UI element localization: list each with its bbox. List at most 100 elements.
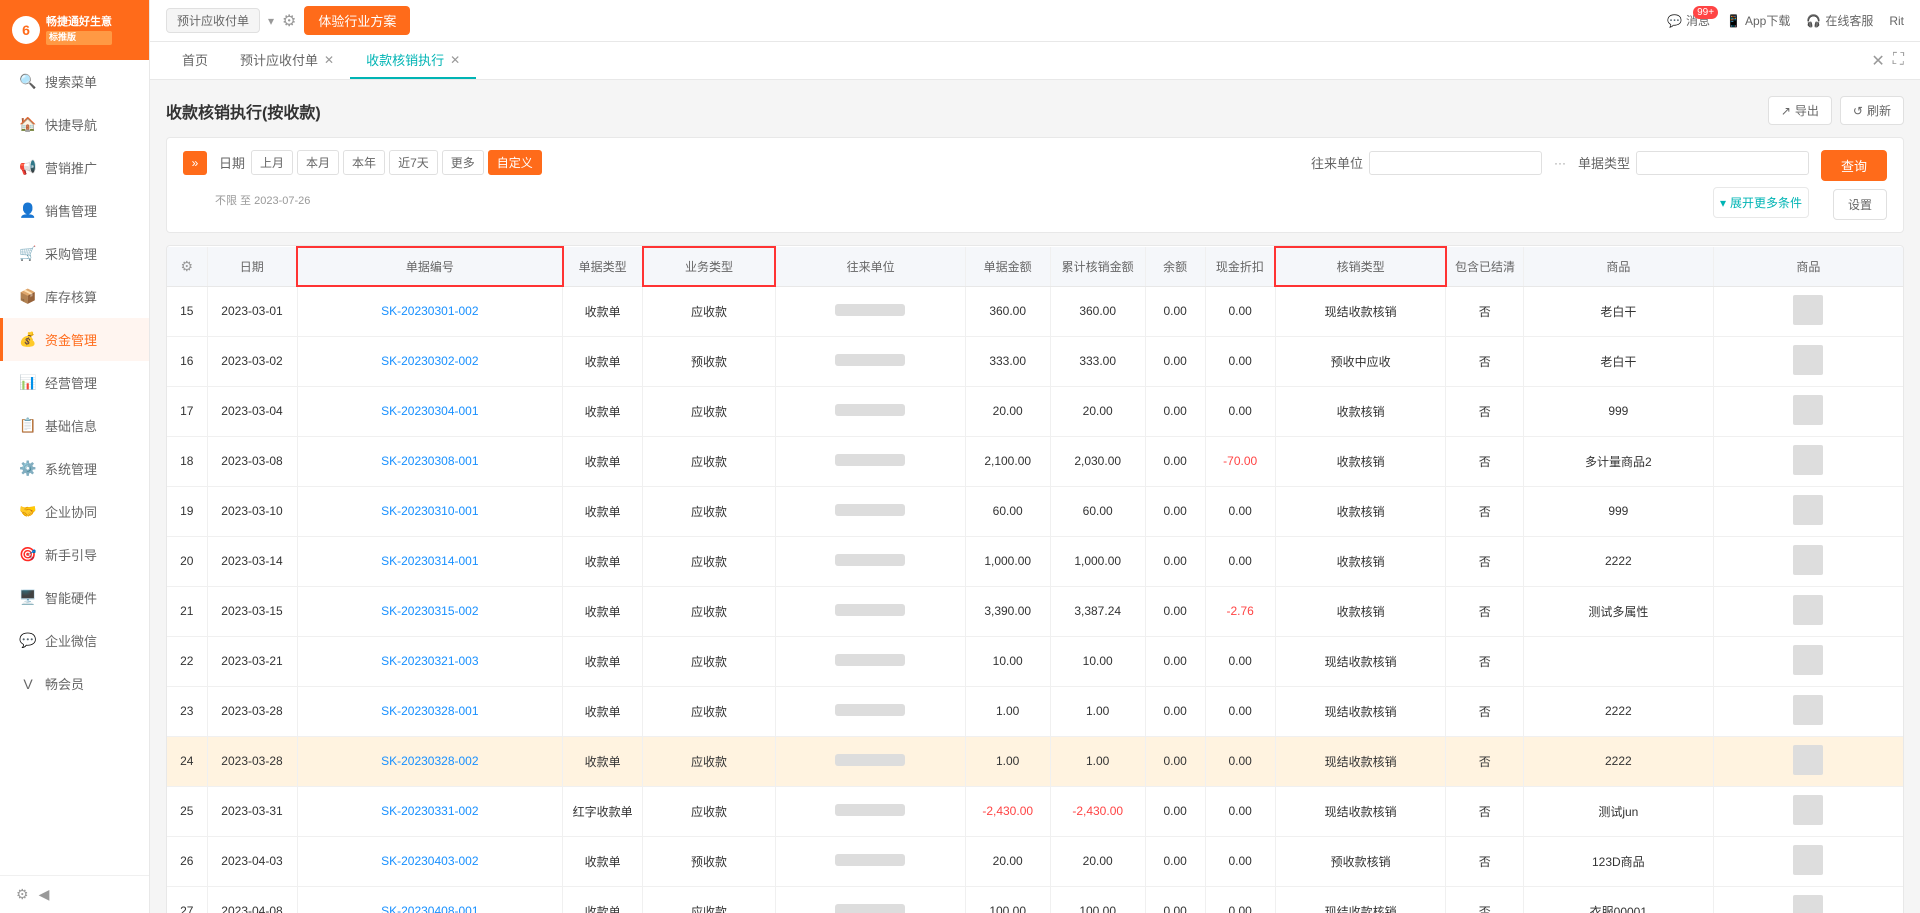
- tab-writeoff-close-icon[interactable]: ✕: [450, 53, 460, 67]
- page-header: 收款核销执行(按收款) ↗ 导出 ↺ 刷新: [166, 96, 1904, 125]
- online-service-button[interactable]: 🎧 在线客服: [1806, 12, 1873, 29]
- custom-date-btn[interactable]: 自定义: [488, 150, 542, 175]
- cell-incl: 否: [1446, 386, 1524, 436]
- filter-toggle-button[interactable]: »: [183, 151, 207, 175]
- cell-incl: 否: [1446, 786, 1524, 836]
- sidebar-item-wechat[interactable]: 💬 企业微信: [0, 619, 149, 662]
- docnum-link[interactable]: SK-20230302-002: [381, 354, 478, 368]
- this-year-btn[interactable]: 本年: [343, 150, 385, 175]
- logo-title: 畅捷通好生意: [46, 15, 112, 29]
- settings-icon[interactable]: ⚙: [180, 258, 193, 274]
- cell-incl: 否: [1446, 586, 1524, 636]
- sidebar-collapse-icon[interactable]: ◀: [39, 886, 50, 903]
- sidebar-item-operations[interactable]: 📊 经营管理: [0, 361, 149, 404]
- table-row: 17 2023-03-04 SK-20230304-001 收款单 应收款 20…: [167, 386, 1903, 436]
- cell-goods2: [1713, 486, 1903, 536]
- chart-icon: 📊: [19, 374, 37, 392]
- sidebar-item-corp[interactable]: 🤝 企业协同: [0, 490, 149, 533]
- setting-button[interactable]: 设置: [1833, 189, 1887, 220]
- docnum-link[interactable]: SK-20230308-001: [381, 454, 478, 468]
- docnum-link[interactable]: SK-20230301-002: [381, 304, 478, 318]
- message-button[interactable]: 💬 消息 99+: [1667, 12, 1710, 29]
- sidebar-item-purchase[interactable]: 🛒 采购管理: [0, 232, 149, 275]
- export-button[interactable]: ↗ 导出: [1768, 96, 1832, 125]
- docnum-link[interactable]: SK-20230328-001: [381, 704, 478, 718]
- cell-goods2: [1713, 336, 1903, 386]
- sidebar-item-system[interactable]: ⚙️ 系统管理: [0, 447, 149, 490]
- cell-balance: 0.00: [1145, 386, 1205, 436]
- docnum-link[interactable]: SK-20230328-002: [381, 754, 478, 768]
- docnum-link[interactable]: SK-20230331-002: [381, 804, 478, 818]
- app-download-button[interactable]: 📱 App下载: [1726, 12, 1790, 29]
- tab-expand-icon[interactable]: ⛶: [1893, 51, 1904, 71]
- tab-writeoff[interactable]: 收款核销执行 ✕: [350, 42, 476, 79]
- page-content: 收款核销执行(按收款) ↗ 导出 ↺ 刷新 » 日期: [150, 80, 1920, 913]
- cell-balance: 0.00: [1145, 586, 1205, 636]
- filter-more-dots[interactable]: ···: [1554, 156, 1566, 170]
- cell-biztype: 应收款: [643, 886, 776, 913]
- cell-no: 22: [167, 636, 207, 686]
- sidebar-item-guide[interactable]: 🎯 新手引导: [0, 533, 149, 576]
- tab-prepay[interactable]: 预计应收付单 ✕: [224, 42, 350, 79]
- sidebar-item-quicknav[interactable]: 🏠 快捷导航: [0, 103, 149, 146]
- query-button[interactable]: 查询: [1821, 150, 1887, 181]
- docnum-link[interactable]: SK-20230315-002: [381, 604, 478, 618]
- docnum-link[interactable]: SK-20230321-003: [381, 654, 478, 668]
- more-date-btn[interactable]: 更多: [442, 150, 484, 175]
- th-settings[interactable]: ⚙: [167, 247, 207, 286]
- cell-cumamt: 333.00: [1050, 336, 1145, 386]
- last-7days-btn[interactable]: 近7天: [389, 150, 438, 175]
- cell-doctype: 收款单: [563, 386, 643, 436]
- solution-button[interactable]: 体验行业方案: [304, 6, 410, 35]
- cell-incl: 否: [1446, 636, 1524, 686]
- topbar-breadcrumb: 预计应收付单: [166, 8, 260, 33]
- refresh-button[interactable]: ↺ 刷新: [1840, 96, 1904, 125]
- sidebar-item-sales[interactable]: 👤 销售管理: [0, 189, 149, 232]
- partner-input[interactable]: [1369, 151, 1542, 175]
- expand-conditions-button[interactable]: ▾ 展开更多条件: [1713, 187, 1809, 218]
- tab-home[interactable]: 首页: [166, 42, 224, 79]
- sidebar-settings-icon[interactable]: ⚙: [16, 886, 29, 903]
- cell-balance: 0.00: [1145, 786, 1205, 836]
- this-month-btn[interactable]: 本月: [297, 150, 339, 175]
- sidebar-item-member[interactable]: V 畅会员: [0, 662, 149, 705]
- last-month-btn[interactable]: 上月: [251, 150, 293, 175]
- cell-partner: [775, 686, 965, 736]
- tab-prepay-close-icon[interactable]: ✕: [324, 53, 334, 67]
- sidebar-item-label: 库存核算: [45, 287, 97, 306]
- cell-docnum: SK-20230321-003: [297, 636, 563, 686]
- cell-biztype: 应收款: [643, 486, 776, 536]
- sidebar-item-marketing[interactable]: 📢 营销推广: [0, 146, 149, 189]
- cell-date: 2023-03-15: [207, 586, 297, 636]
- sidebar-item-label: 采购管理: [45, 244, 97, 263]
- cell-docnum: SK-20230308-001: [297, 436, 563, 486]
- docnum-link[interactable]: SK-20230403-002: [381, 854, 478, 868]
- doctype-input[interactable]: [1636, 151, 1809, 175]
- cell-amount: 20.00: [965, 836, 1050, 886]
- filter-section: » 日期 上月 本月 本年 近7天 更多 自定义: [183, 150, 1887, 220]
- sidebar-item-search[interactable]: 🔍 搜索菜单: [0, 60, 149, 103]
- sidebar-item-basic[interactable]: 📋 基础信息: [0, 404, 149, 447]
- tab-close-all-icon[interactable]: ✕: [1871, 51, 1884, 71]
- cell-docnum: SK-20230408-001: [297, 886, 563, 913]
- table-row: 20 2023-03-14 SK-20230314-001 收款单 应收款 1,…: [167, 536, 1903, 586]
- cell-docnum: SK-20230315-002: [297, 586, 563, 636]
- cell-writetype: 现结收款核销: [1275, 736, 1446, 786]
- table-scroll[interactable]: ⚙ 日期 单据编号 单据类型 业务类型 往来单位 单据金额 累计核销金额 余额 …: [167, 246, 1903, 913]
- cell-goods1: 测试多属性: [1523, 586, 1713, 636]
- cell-biztype: 应收款: [643, 686, 776, 736]
- docnum-link[interactable]: SK-20230408-001: [381, 904, 478, 913]
- docnum-link[interactable]: SK-20230310-001: [381, 504, 478, 518]
- cell-cumamt: 1.00: [1050, 736, 1145, 786]
- cell-writetype: 收款核销: [1275, 586, 1446, 636]
- sidebar-item-label: 营销推广: [45, 158, 97, 177]
- table-row: 16 2023-03-02 SK-20230302-002 收款单 预收款 33…: [167, 336, 1903, 386]
- sidebar-item-hardware[interactable]: 🖥️ 智能硬件: [0, 576, 149, 619]
- cell-amount: 100.00: [965, 886, 1050, 913]
- table-container: ⚙ 日期 单据编号 单据类型 业务类型 往来单位 单据金额 累计核销金额 余额 …: [166, 245, 1904, 913]
- sidebar-item-finance[interactable]: 💰 资金管理: [0, 318, 149, 361]
- docnum-link[interactable]: SK-20230314-001: [381, 554, 478, 568]
- docnum-link[interactable]: SK-20230304-001: [381, 404, 478, 418]
- sidebar-item-inventory[interactable]: 📦 库存核算: [0, 275, 149, 318]
- topbar-gear-icon[interactable]: ⚙: [282, 11, 296, 31]
